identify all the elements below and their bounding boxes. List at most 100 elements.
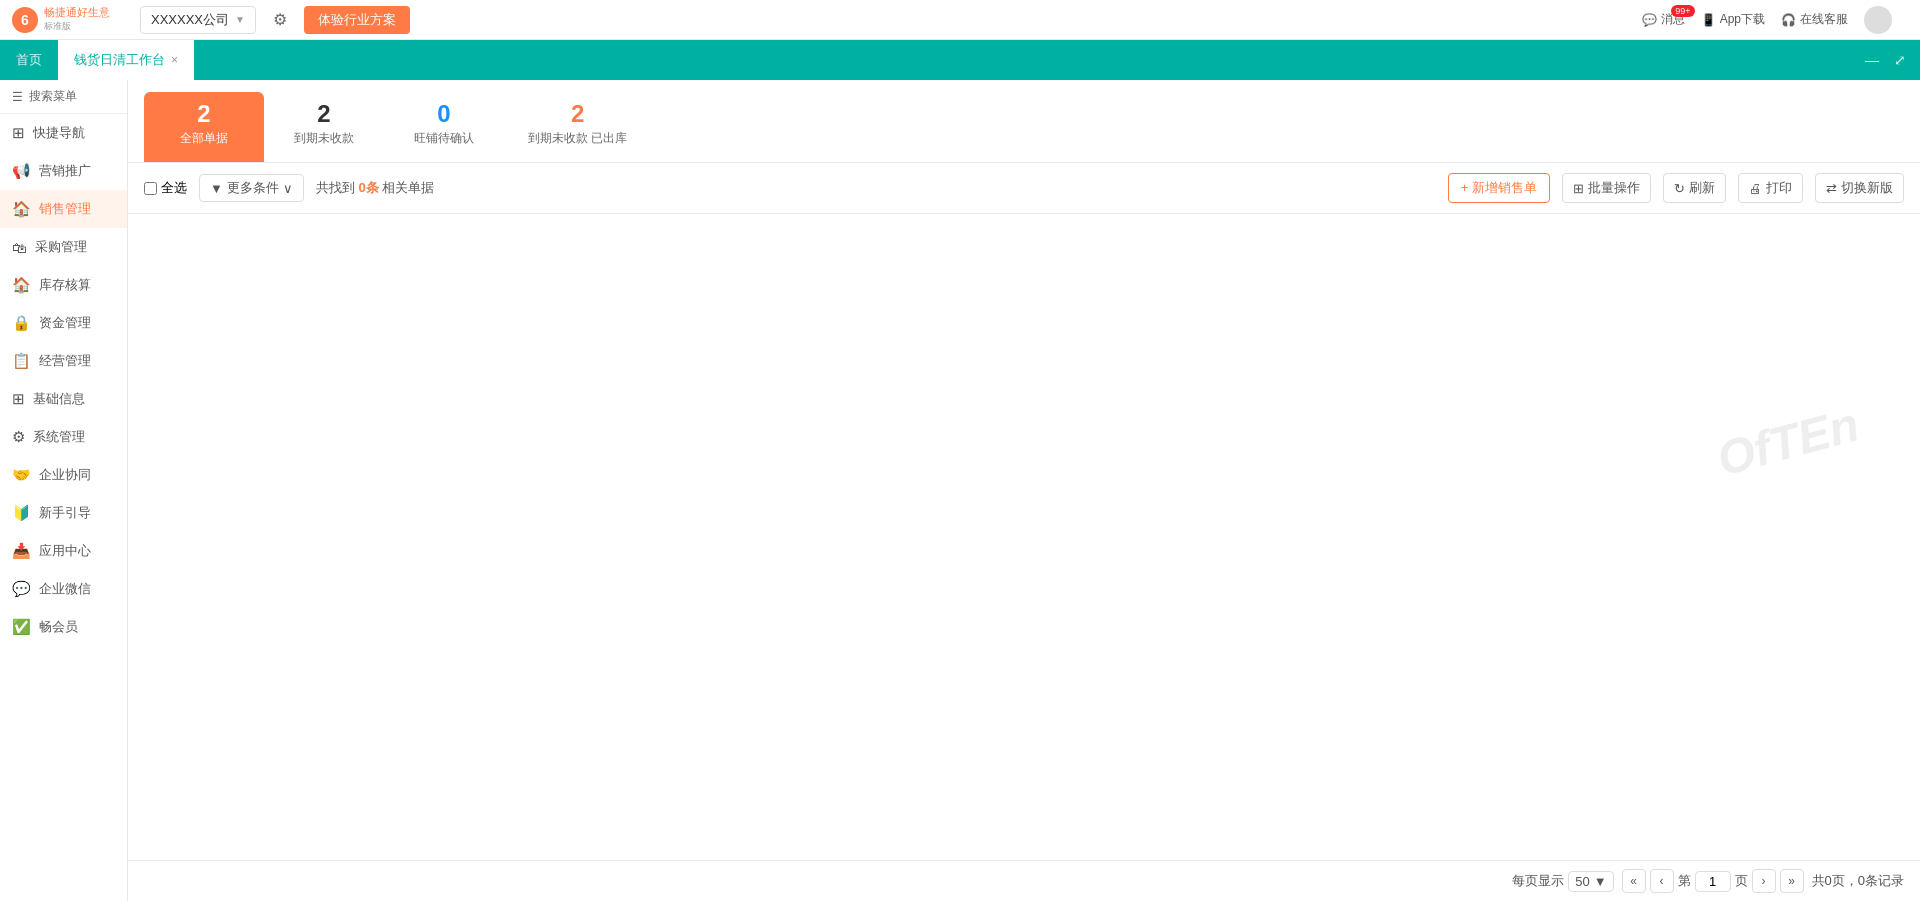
page-input[interactable] [1695,871,1731,892]
sidebar-item-finance[interactable]: 🔒 资金管理 [0,304,127,342]
tab-close-icon[interactable]: × [171,53,178,67]
stats-tabs: 2 全部单据 2 到期未收款 0 旺铺待确认 2 到期未收款 已出库 [128,80,1920,163]
refresh-icon: ↻ [1674,181,1685,196]
switch-icon: ⇄ [1826,181,1837,196]
operations-icon: 📋 [12,352,31,370]
tab-active[interactable]: 钱货日清工作台 × [58,40,194,80]
sidebar-item-label: 基础信息 [33,390,85,408]
message-icon: 💬 [1642,13,1657,27]
last-page-button[interactable]: » [1780,869,1804,893]
minimize-button[interactable]: — [1860,48,1884,72]
print-icon: 🖨 [1749,181,1762,196]
more-filters-label: 更多条件 [227,179,279,197]
sidebar-item-inventory[interactable]: 🏠 库存核算 [0,266,127,304]
switch-button[interactable]: ⇄ 切换新版 [1815,173,1904,203]
found-suffix: 相关单据 [382,180,434,195]
sidebar-item-enterprise[interactable]: 🤝 企业协同 [0,456,127,494]
content-area: 2 全部单据 2 到期未收款 0 旺铺待确认 2 到期未收款 已出库 全选 [128,80,1920,901]
batch-ops-button[interactable]: ⊞ 批量操作 [1562,173,1651,203]
sidebar-item-basic-info[interactable]: ⊞ 基础信息 [0,380,127,418]
found-prefix: 共找到 [316,180,355,195]
page-size-select-box[interactable]: 50 ▼ [1568,871,1613,892]
batch-ops-icon: ⊞ [1573,181,1584,196]
table-area: OfTEn [128,214,1920,860]
sidebar-item-sales[interactable]: 🏠 销售管理 [0,190,127,228]
app-subtitle: 标准版 [44,20,110,33]
stat-overdue-label: 到期未收款 [294,130,354,147]
quick-nav-icon: ⊞ [12,124,25,142]
app-download-button[interactable]: 📱 App下载 [1701,11,1765,28]
member-icon: ✅ [12,618,31,636]
sidebar-item-label: 新手引导 [39,504,91,522]
sidebar-item-member[interactable]: ✅ 畅会员 [0,608,127,646]
inventory-icon: 🏠 [12,276,31,294]
sidebar-item-label: 资金管理 [39,314,91,332]
logo-area: 6 畅捷通好生意 标准版 [12,6,140,32]
messages-badge: 99+ [1671,5,1694,17]
add-sales-button[interactable]: + 新增销售单 [1448,173,1550,203]
sidebar-item-label: 企业微信 [39,580,91,598]
system-icon: ⚙ [12,428,25,446]
tab-actions: — ⤢ [1860,48,1920,72]
stat-shipped-number: 2 [571,100,584,128]
sidebar-item-system[interactable]: ⚙ 系统管理 [0,418,127,456]
marketing-icon: 📢 [12,162,31,180]
online-support-label: 在线客服 [1800,11,1848,28]
sidebar-search[interactable]: ☰ 搜索菜单 [0,80,127,114]
stat-tab-pending[interactable]: 0 旺铺待确认 [384,92,504,162]
sidebar-item-label: 库存核算 [39,276,91,294]
gear-icon: ⚙ [273,10,287,29]
sidebar-item-marketing[interactable]: 📢 营销推广 [0,152,127,190]
sidebar-item-quick-nav[interactable]: ⊞ 快捷导航 [0,114,127,152]
experience-button[interactable]: 体验行业方案 [304,6,410,34]
sales-icon: 🏠 [12,200,31,218]
watermark: OfTEn [1711,396,1864,486]
tab-home[interactable]: 首页 [0,40,58,80]
app-center-icon: 📥 [12,542,31,560]
online-support-button[interactable]: 🎧 在线客服 [1781,11,1848,28]
sidebar-item-wechat[interactable]: 💬 企业微信 [0,570,127,608]
sidebar-item-app-center[interactable]: 📥 应用中心 [0,532,127,570]
print-button[interactable]: 🖨 打印 [1738,173,1803,203]
chevron-down-icon: ∨ [283,181,293,196]
sidebar-item-beginner[interactable]: 🔰 新手引导 [0,494,127,532]
sidebar-item-label: 企业协同 [39,466,91,484]
stat-all-number: 2 [197,100,210,128]
stat-tab-all[interactable]: 2 全部单据 [144,92,264,162]
stat-pending-label: 旺铺待确认 [414,130,474,147]
stat-tab-overdue[interactable]: 2 到期未收款 [264,92,384,162]
stat-all-label: 全部单据 [180,130,228,147]
home-tab-label: 首页 [16,51,42,69]
stat-tab-shipped[interactable]: 2 到期未收款 已出库 [504,92,651,162]
toolbar: 全选 ▼ 更多条件 ∨ 共找到 0条 相关单据 + 新增销售单 ⊞ 批量操作 [128,163,1920,214]
beginner-icon: 🔰 [12,504,31,522]
first-page-icon: « [1630,874,1637,888]
next-page-button[interactable]: › [1752,869,1776,893]
found-count: 0条 [359,180,379,195]
select-all-input[interactable] [144,182,157,195]
sidebar-item-purchase[interactable]: 🛍 采购管理 [0,228,127,266]
select-all-label: 全选 [161,179,187,197]
prev-page-button[interactable]: ‹ [1650,869,1674,893]
refresh-button[interactable]: ↻ 刷新 [1663,173,1726,203]
batch-ops-label: 批量操作 [1588,179,1640,197]
maximize-button[interactable]: ⤢ [1888,48,1912,72]
finance-icon: 🔒 [12,314,31,332]
stat-pending-number: 0 [437,100,450,128]
company-selector[interactable]: XXXXXX公司 ▼ [140,6,256,34]
tab-bar: 首页 钱货日清工作台 × — ⤢ [0,40,1920,80]
select-all-checkbox[interactable]: 全选 [144,179,187,197]
avatar[interactable] [1864,6,1892,34]
logo-icon: 6 [12,7,38,33]
messages-button[interactable]: 💬 消息 99+ [1642,11,1685,28]
sidebar-item-label: 系统管理 [33,428,85,446]
settings-button[interactable]: ⚙ [266,6,294,34]
toolbar-right: + 新增销售单 ⊞ 批量操作 ↻ 刷新 🖨 打印 ⇄ 切换新版 [1448,173,1904,203]
sidebar-item-label: 营销推广 [39,162,91,180]
total-info: 共0页，0条记录 [1812,872,1904,890]
sidebar-item-operations[interactable]: 📋 经营管理 [0,342,127,380]
more-filters-button[interactable]: ▼ 更多条件 ∨ [199,174,304,202]
first-page-button[interactable]: « [1622,869,1646,893]
found-text: 共找到 0条 相关单据 [316,179,434,197]
main-layout: ☰ 搜索菜单 ⊞ 快捷导航 📢 营销推广 🏠 销售管理 🛍 采购管理 🏠 库存核… [0,80,1920,901]
